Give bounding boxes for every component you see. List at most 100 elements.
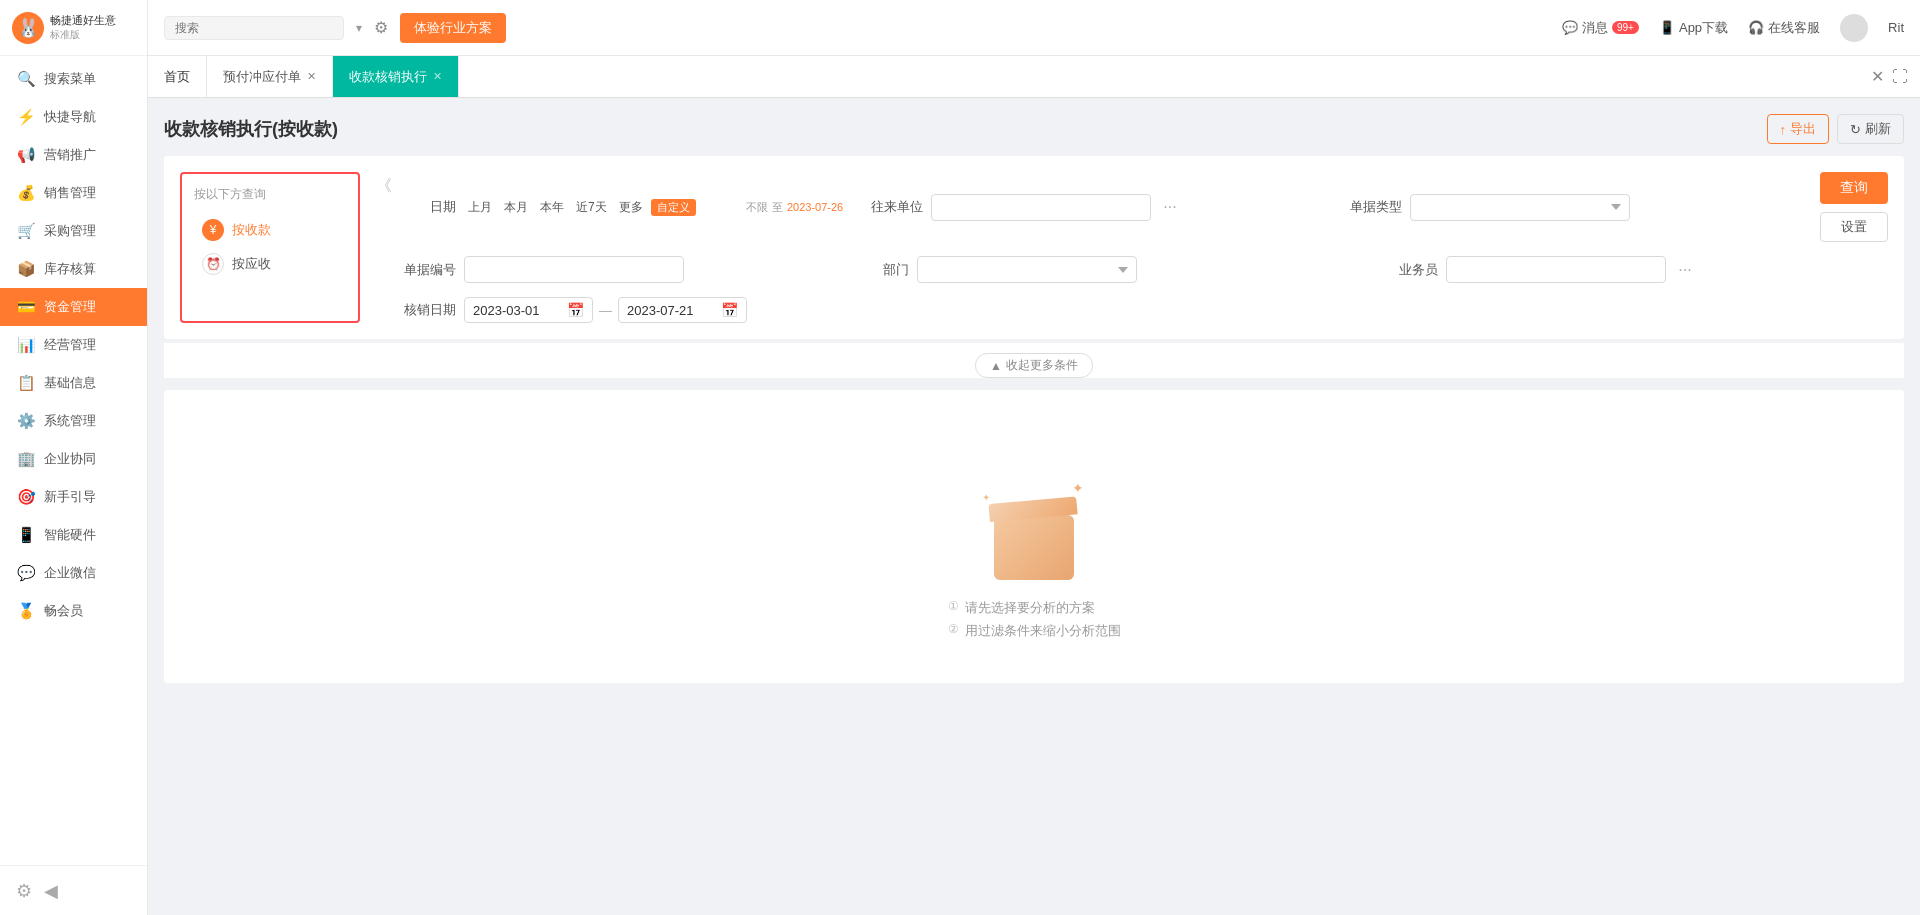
sidebar-item-inventory[interactable]: 📦 库存核算 (0, 250, 147, 288)
sidebar-nav: 🔍 搜索菜单 ⚡ 快捷导航 📢 营销推广 💰 销售管理 🛒 采购管理 📦 库存核… (0, 56, 147, 865)
message-label: 消息 (1582, 19, 1608, 37)
verify-date-range: 📅 — 📅 (464, 297, 747, 323)
page-content: 收款核销执行(按收款) ↑ 导出 ↻ 刷新 按以下方查询 ¥ 按收款 (148, 98, 1920, 915)
collapse-btn[interactable]: ◀ (44, 880, 58, 902)
topbar-dropdown-icon[interactable]: ▾ (356, 21, 362, 35)
calendar-to-icon[interactable]: 📅 (721, 302, 738, 318)
settings-icon[interactable]: ⚙ (16, 880, 32, 902)
doc-no-input[interactable] (464, 256, 684, 283)
logo-subtitle: 标准版 (50, 28, 116, 42)
sidebar-item-basic-info[interactable]: 📋 基础信息 (0, 364, 147, 402)
staff-input[interactable] (1446, 256, 1666, 283)
date-custom-badge[interactable]: 自定义 (651, 199, 696, 216)
sidebar-item-member[interactable]: 🏅 畅会员 (0, 592, 147, 630)
verify-date-from-wrap: 📅 (464, 297, 593, 323)
message-btn[interactable]: 💬 消息 99+ (1562, 19, 1639, 37)
date-this-month[interactable]: 本月 (500, 197, 532, 218)
sidebar-item-wechat[interactable]: 💬 企业微信 (0, 554, 147, 592)
verify-date-to-input[interactable] (627, 303, 717, 318)
finance-label: 资金管理 (44, 298, 96, 316)
filter-row-2: 单据编号 部门 业务员 ··· (404, 256, 1888, 283)
verify-date-to-wrap: 📅 (618, 297, 747, 323)
search-menu-label: 搜索菜单 (44, 70, 96, 88)
date-more[interactable]: 更多 (615, 197, 647, 218)
purchase-icon: 🛒 (16, 222, 36, 240)
query-button[interactable]: 查询 (1820, 172, 1888, 204)
sidebar-item-system[interactable]: ⚙️ 系统管理 (0, 402, 147, 440)
counterparty-more-btn[interactable]: ··· (1159, 198, 1180, 216)
solution-button[interactable]: 体验行业方案 (400, 13, 506, 43)
quick-nav-label: 快捷导航 (44, 108, 96, 126)
tab-prepay-close[interactable]: ✕ (307, 70, 316, 83)
logo-area: 🐰 畅捷通好生意 标准版 (0, 0, 147, 56)
filter-option-by-receipt[interactable]: ¥ 按收款 (194, 213, 346, 247)
operations-label: 经营管理 (44, 336, 96, 354)
member-label: 畅会员 (44, 602, 83, 620)
tab-close-all-btn[interactable]: ✕ (1871, 67, 1884, 86)
sparkle-icon: ✦ (1072, 480, 1084, 496)
calendar-from-icon[interactable]: 📅 (567, 302, 584, 318)
tab-collection[interactable]: 收款核销执行 ✕ (333, 56, 459, 97)
dept-select[interactable] (917, 256, 1137, 283)
inventory-icon: 📦 (16, 260, 36, 278)
sidebar-item-purchase[interactable]: 🛒 采购管理 (0, 212, 147, 250)
purchase-label: 采购管理 (44, 222, 96, 240)
sidebar-item-search-menu[interactable]: 🔍 搜索菜单 (0, 60, 147, 98)
export-button[interactable]: ↑ 导出 (1767, 114, 1830, 144)
staff-more-btn[interactable]: ··· (1674, 261, 1695, 279)
filter-field-counterparty: 往来单位 ··· (863, 194, 1321, 221)
counterparty-label: 往来单位 (863, 198, 923, 216)
sidebar-item-cooperation[interactable]: 🏢 企业协同 (0, 440, 147, 478)
wechat-icon: 💬 (16, 564, 36, 582)
tab-home[interactable]: 首页 (148, 56, 207, 97)
headset-icon: 🎧 (1748, 20, 1764, 35)
topbar-gear-icon[interactable]: ⚙ (374, 18, 388, 37)
online-service-btn[interactable]: 🎧 在线客服 (1748, 19, 1820, 37)
sidebar-item-sales[interactable]: 💰 销售管理 (0, 174, 147, 212)
sidebar-item-marketing[interactable]: 📢 营销推广 (0, 136, 147, 174)
sidebar-item-hardware[interactable]: 📱 智能硬件 (0, 516, 147, 554)
date-nolimit-area: 不限 至 2023-07-26 (746, 200, 843, 215)
search-input[interactable] (164, 16, 344, 40)
refresh-icon: ↻ (1850, 122, 1861, 137)
sidebar-item-operations[interactable]: 📊 经营管理 (0, 326, 147, 364)
member-icon: 🏅 (16, 602, 36, 620)
date-7days[interactable]: 近7天 (572, 197, 611, 218)
empty-state: ✦ ✦ ① 请先选择要分析的方案 ② 用过滤条件来缩小分析范围 (164, 390, 1904, 683)
counterparty-input[interactable] (931, 194, 1151, 221)
sidebar-footer: ⚙ ◀ (0, 865, 147, 915)
verify-date-label: 核销日期 (404, 301, 456, 319)
filter-left-title: 按以下方查询 (194, 186, 346, 203)
sidebar-item-guide[interactable]: 🎯 新手引导 (0, 478, 147, 516)
setting-button[interactable]: 设置 (1820, 212, 1888, 242)
sidebar-item-finance[interactable]: 💳 资金管理 (0, 288, 147, 326)
filter-option-by-receivable[interactable]: ⏰ 按应收 (194, 247, 346, 281)
filter-field-date: 日期 上月 本月 本年 近7天 更多 自定义 (404, 197, 786, 218)
cooperation-icon: 🏢 (16, 450, 36, 468)
phone-icon: 📱 (1659, 20, 1675, 35)
operations-icon: 📊 (16, 336, 36, 354)
filter-collapse-toggle[interactable]: 《 (376, 172, 396, 323)
tab-prepay[interactable]: 预付冲应付单 ✕ (207, 56, 333, 97)
tab-bar: 首页 预付冲应付单 ✕ 收款核销执行 ✕ ✕ ⛶ (148, 56, 1920, 98)
date-last-month[interactable]: 上月 (464, 197, 496, 218)
app-download-btn[interactable]: 📱 App下载 (1659, 19, 1728, 37)
basic-info-icon: 📋 (16, 374, 36, 392)
refresh-button[interactable]: ↻ 刷新 (1837, 114, 1904, 144)
tab-collection-close[interactable]: ✕ (433, 70, 442, 83)
topbar: ▾ ⚙ 体验行业方案 💬 消息 99+ 📱 App下载 🎧 在线客服 Rit (148, 0, 1920, 56)
empty-tip-1-label: 请先选择要分析的方案 (965, 596, 1095, 619)
filter-left-panel: 按以下方查询 ¥ 按收款 ⏰ 按应收 (180, 172, 360, 323)
tab-expand-btn[interactable]: ⛶ (1892, 68, 1908, 86)
user-avatar[interactable] (1840, 14, 1868, 42)
filter-field-dept: 部门 (849, 256, 1359, 283)
verify-date-from-input[interactable] (473, 303, 563, 318)
dept-label: 部门 (849, 261, 909, 279)
page-title-bar: 收款核销执行(按收款) ↑ 导出 ↻ 刷新 (164, 114, 1904, 144)
page-actions: ↑ 导出 ↻ 刷新 (1767, 114, 1905, 144)
collapse-more-btn[interactable]: ▲ 收起更多条件 (975, 353, 1093, 378)
doc-type-select[interactable] (1410, 194, 1630, 221)
sidebar-item-quick-nav[interactable]: ⚡ 快捷导航 (0, 98, 147, 136)
date-this-year[interactable]: 本年 (536, 197, 568, 218)
collapse-label: 收起更多条件 (1006, 357, 1078, 374)
